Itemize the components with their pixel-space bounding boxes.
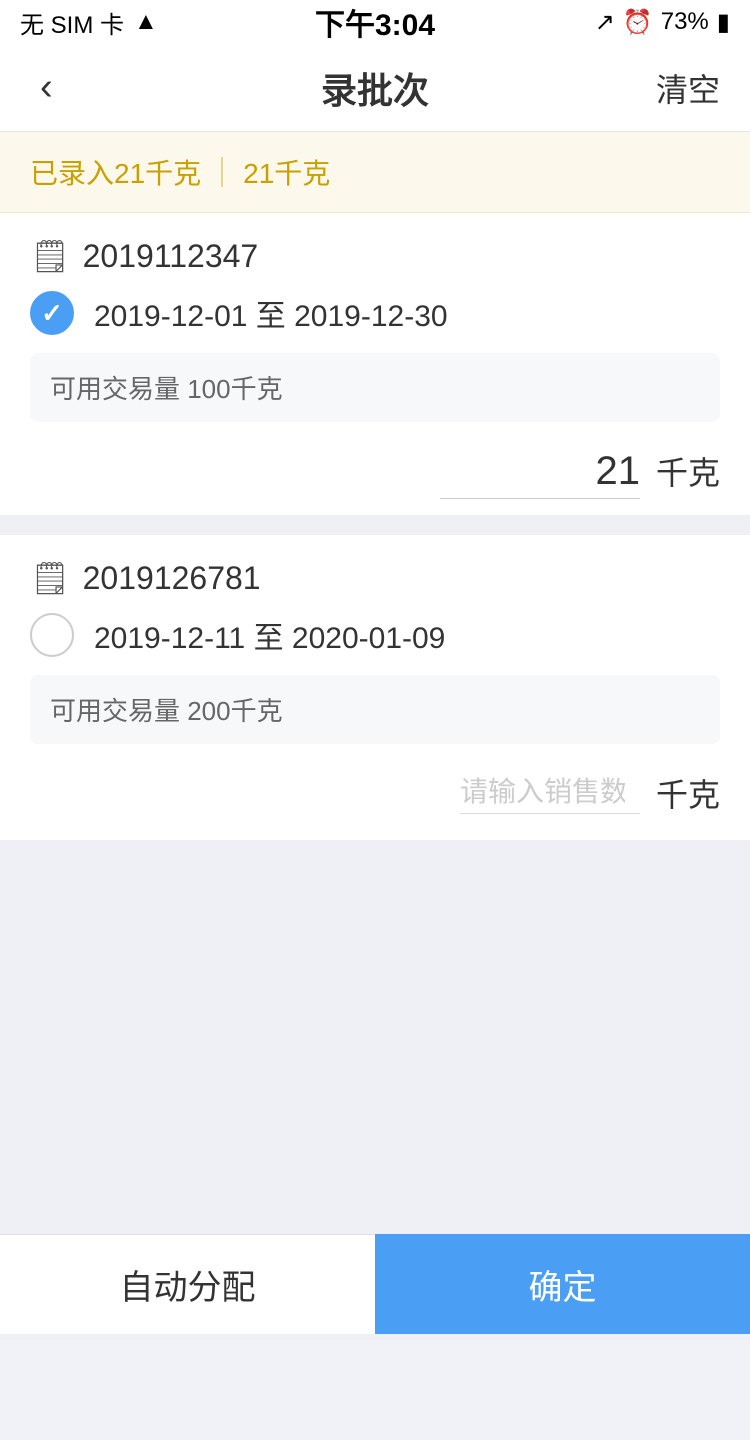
battery-icon: ▮: [717, 8, 730, 37]
batch-id-1: 2019112347: [83, 238, 259, 275]
quota-label-2: 可用交易量 200千克: [50, 696, 283, 726]
radio-button-2[interactable]: [30, 613, 74, 657]
batch-date-row-2: 2019-12-11 至 2020-01-09: [0, 605, 750, 665]
summary-value: 21千克: [243, 152, 330, 192]
confirm-button[interactable]: 确定: [375, 1234, 750, 1334]
quantity-input-2[interactable]: [460, 772, 640, 814]
status-time: 下午3:04: [315, 0, 435, 44]
batch-date-row-1: 2019-12-01 至 2019-12-30: [0, 283, 750, 343]
doc-icon-2: 🗒: [30, 559, 71, 597]
batch-quota-1: 可用交易量 100千克: [30, 353, 720, 422]
radio-button-1[interactable]: [30, 291, 74, 335]
batch-unit-1: 千克: [656, 448, 720, 494]
batch-input-row-2: 千克: [0, 760, 750, 840]
batch-item-1: 🗒 2019112347 2019-12-01 至 2019-12-30 可用交…: [0, 213, 750, 515]
alarm-icon: ⏰: [623, 8, 653, 37]
batch-value-row-1: 21 千克: [0, 438, 750, 515]
batch-date-1: 2019-12-01 至 2019-12-30: [94, 291, 448, 335]
batch-value-line-1: [440, 498, 640, 499]
carrier-label: 无 SIM 卡: [20, 5, 124, 40]
batch-id-2: 2019126781: [83, 560, 261, 597]
batch-header-1: 🗒 2019112347: [0, 213, 750, 283]
batch-date-2: 2019-12-11 至 2020-01-09: [94, 613, 445, 657]
status-right: ↗ ⏰ 73% ▮: [595, 8, 730, 37]
location-icon: ↗: [595, 8, 615, 37]
batch-value-container-1: 21: [440, 449, 640, 499]
wifi-icon: ▲: [134, 8, 158, 36]
batch-item-2: 🗒 2019126781 2019-12-11 至 2020-01-09 可用交…: [0, 535, 750, 840]
summary-divider: [221, 157, 223, 187]
batch-value-1: 21: [595, 449, 640, 494]
nav-bar: ‹ 录批次 清空: [0, 44, 750, 132]
page-title: 录批次: [321, 62, 429, 114]
batch-unit-2: 千克: [656, 770, 720, 816]
battery-label: 73%: [661, 8, 709, 36]
doc-icon-1: 🗒: [30, 237, 71, 275]
clear-button[interactable]: 清空: [656, 65, 720, 111]
status-bar: 无 SIM 卡 ▲ 下午3:04 ↗ ⏰ 73% ▮: [0, 0, 750, 44]
auto-distribute-button[interactable]: 自动分配: [0, 1234, 375, 1334]
bottom-bar: 自动分配 确定: [0, 1234, 750, 1334]
quota-label-1: 可用交易量 100千克: [50, 374, 283, 404]
back-button[interactable]: ‹: [30, 56, 63, 119]
batch-header-2: 🗒 2019126781: [0, 535, 750, 605]
status-left: 无 SIM 卡 ▲: [20, 5, 158, 40]
summary-recorded: 已录入21千克: [30, 152, 201, 192]
section-separator-1: [0, 515, 750, 535]
batch-quota-2: 可用交易量 200千克: [30, 675, 720, 744]
summary-bar: 已录入21千克 21千克: [0, 132, 750, 213]
